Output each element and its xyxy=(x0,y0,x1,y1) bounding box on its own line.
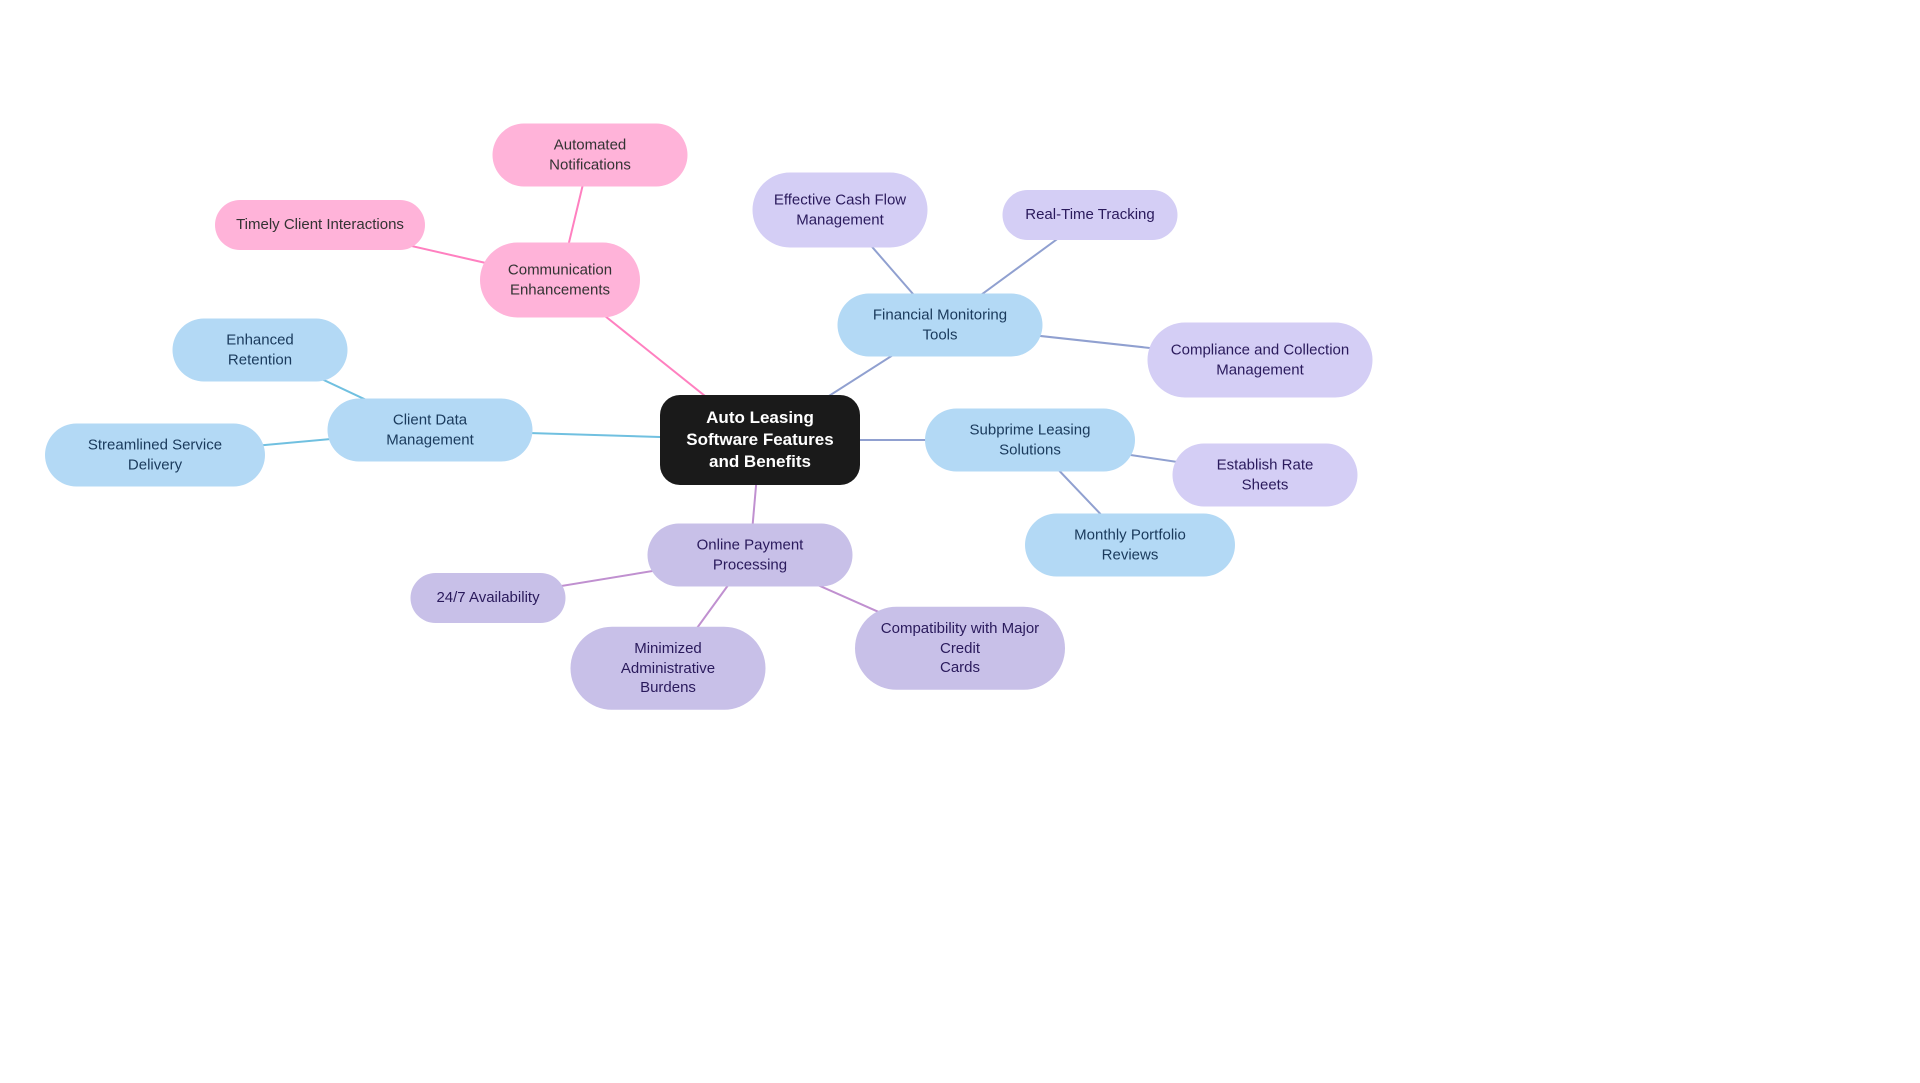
compatibility-credit-cards: Compatibility with Major CreditCards xyxy=(855,607,1065,690)
availability-247: 24/7 Availability xyxy=(411,573,566,623)
minimized-admin: Minimized AdministrativeBurdens xyxy=(571,627,766,710)
compliance-collection: Compliance and CollectionManagement xyxy=(1148,323,1373,398)
communication-enhancements: CommunicationEnhancements xyxy=(480,243,640,318)
online-payment-processing: Online Payment Processing xyxy=(648,524,853,587)
financial-monitoring-tools: Financial Monitoring Tools xyxy=(838,294,1043,357)
client-data-management: Client Data Management xyxy=(328,399,533,462)
effective-cash-flow: Effective Cash FlowManagement xyxy=(753,173,928,248)
enhanced-retention: Enhanced Retention xyxy=(173,319,348,382)
monthly-portfolio-reviews: Monthly Portfolio Reviews xyxy=(1025,514,1235,577)
timely-client-interactions: Timely Client Interactions xyxy=(215,200,425,250)
streamlined-service-delivery: Streamlined Service Delivery xyxy=(45,424,265,487)
center-node: Auto Leasing Software Features and Benef… xyxy=(660,395,860,485)
automated-notifications: Automated Notifications xyxy=(493,124,688,187)
connections-svg xyxy=(0,0,1920,1083)
subprime-leasing: Subprime Leasing Solutions xyxy=(925,409,1135,472)
establish-rate-sheets: Establish Rate Sheets xyxy=(1173,444,1358,507)
real-time-tracking: Real-Time Tracking xyxy=(1003,190,1178,240)
mindmap-container: Auto Leasing Software Features and Benef… xyxy=(0,0,1920,1083)
